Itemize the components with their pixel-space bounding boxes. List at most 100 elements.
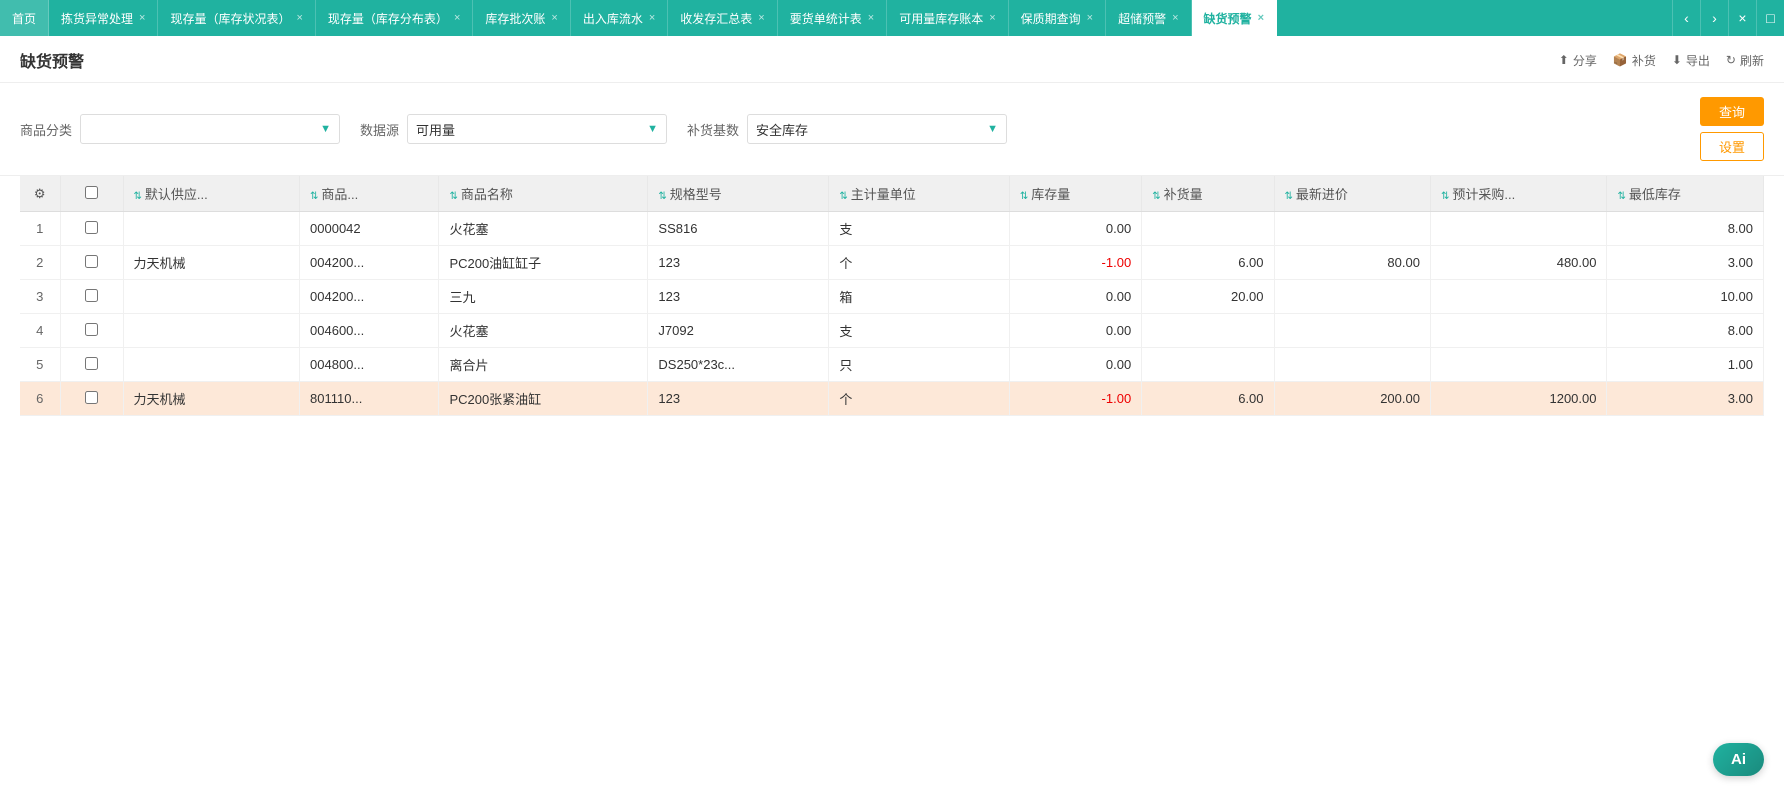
row-checkbox-1[interactable] bbox=[60, 212, 123, 246]
goods-name-cell-4: 火花塞 bbox=[439, 314, 648, 348]
supplier-cell-5 bbox=[123, 348, 300, 382]
tab-close-btn-5[interactable]: × bbox=[649, 12, 655, 24]
tab-0[interactable]: 首页 bbox=[0, 0, 49, 36]
tab-prev-btn[interactable]: ‹ bbox=[1672, 0, 1700, 36]
row-checkbox-4[interactable] bbox=[60, 314, 123, 348]
tab-5[interactable]: 出入库流水× bbox=[571, 0, 668, 36]
tab-6[interactable]: 收发存汇总表× bbox=[668, 0, 777, 36]
row-select-4[interactable] bbox=[85, 323, 98, 336]
replenish-qty-cell-5 bbox=[1142, 348, 1274, 382]
tab-10[interactable]: 超储预警× bbox=[1106, 0, 1191, 36]
share-btn[interactable]: ⬆ 分享 bbox=[1559, 52, 1597, 69]
export-btn[interactable]: ⬇ 导出 bbox=[1672, 52, 1710, 69]
tab-3[interactable]: 现存量（库存分布表）× bbox=[316, 0, 473, 36]
stock-cell-4: 0.00 bbox=[1009, 314, 1141, 348]
tab-close-btn-10[interactable]: × bbox=[1172, 12, 1178, 24]
tab-close-btn-9[interactable]: × bbox=[1087, 12, 1093, 24]
tab-close-btn-8[interactable]: × bbox=[989, 12, 995, 24]
row-checkbox-3[interactable] bbox=[60, 280, 123, 314]
datasource-value: 可用量 bbox=[416, 120, 455, 139]
min-stock-column-header[interactable]: ⇅最低库存 bbox=[1607, 176, 1764, 212]
datasource-select[interactable]: 可用量 ▼ bbox=[407, 114, 667, 144]
supplier-cell-1 bbox=[123, 212, 300, 246]
category-filter-group: 商品分类 ▼ bbox=[20, 114, 340, 144]
row-checkbox-5[interactable] bbox=[60, 348, 123, 382]
table-row: 3 004200... 三九 123 箱 0.00 20.00 10.00 bbox=[20, 280, 1764, 314]
replenish-qty-cell-6: 6.00 bbox=[1142, 382, 1274, 416]
est-purchase-cell-1 bbox=[1430, 212, 1607, 246]
goods-name-cell-1: 火花塞 bbox=[439, 212, 648, 246]
min-stock-cell-6: 3.00 bbox=[1607, 382, 1764, 416]
row-checkbox-2[interactable] bbox=[60, 246, 123, 280]
row-select-6[interactable] bbox=[85, 391, 98, 404]
page-header: 缺货预警 ⬆ 分享 📦 补货 ⬇ 导出 ↻ 刷新 bbox=[0, 36, 1784, 83]
tab-close-btn-1[interactable]: × bbox=[139, 12, 145, 24]
settings-button[interactable]: 设置 bbox=[1700, 132, 1764, 161]
goods-name-cell-3: 三九 bbox=[439, 280, 648, 314]
row-select-3[interactable] bbox=[85, 289, 98, 302]
est-purchase-column-header[interactable]: ⇅预计采购... bbox=[1430, 176, 1607, 212]
table-container: ⚙ ⇅默认供应... ⇅商品... ⇅商品名称 ⇅规格型号 ⇅主计量单位 ⇅库存… bbox=[0, 176, 1784, 416]
tab-next-btn[interactable]: › bbox=[1700, 0, 1728, 36]
tab-9[interactable]: 保质期查询× bbox=[1009, 0, 1106, 36]
supplier-column-header[interactable]: ⇅默认供应... bbox=[123, 176, 300, 212]
tab-2[interactable]: 现存量（库存状况表）× bbox=[158, 0, 315, 36]
tab-close-btn-6[interactable]: × bbox=[758, 12, 764, 24]
row-select-5[interactable] bbox=[85, 357, 98, 370]
replenish-qty-column-header[interactable]: ⇅补货量 bbox=[1142, 176, 1274, 212]
replenish-btn[interactable]: 📦 补货 bbox=[1613, 52, 1656, 69]
goods-code-column-header[interactable]: ⇅商品... bbox=[300, 176, 439, 212]
tab-8[interactable]: 可用量库存账本× bbox=[887, 0, 1008, 36]
tab-1[interactable]: 拣货异常处理× bbox=[49, 0, 158, 36]
min-stock-cell-1: 8.00 bbox=[1607, 212, 1764, 246]
tab-close-btn-3[interactable]: × bbox=[454, 12, 460, 24]
checkbox-column-header[interactable] bbox=[60, 176, 123, 212]
min-stock-cell-3: 10.00 bbox=[1607, 280, 1764, 314]
data-table: ⚙ ⇅默认供应... ⇅商品... ⇅商品名称 ⇅规格型号 ⇅主计量单位 ⇅库存… bbox=[20, 176, 1764, 416]
row-select-2[interactable] bbox=[85, 255, 98, 268]
row-num-6: 6 bbox=[20, 382, 60, 416]
select-all-checkbox[interactable] bbox=[85, 186, 98, 199]
unit-column-header[interactable]: ⇅主计量单位 bbox=[829, 176, 1010, 212]
gear-icon: ⚙ bbox=[34, 186, 46, 201]
stock-cell-5: 0.00 bbox=[1009, 348, 1141, 382]
tab-7[interactable]: 要货单统计表× bbox=[778, 0, 887, 36]
goods-name-column-header[interactable]: ⇅商品名称 bbox=[439, 176, 648, 212]
row-checkbox-6[interactable] bbox=[60, 382, 123, 416]
tab-11[interactable]: 缺货预警× bbox=[1192, 0, 1277, 36]
row-num-5: 5 bbox=[20, 348, 60, 382]
tab-close-btn-4[interactable]: × bbox=[551, 12, 557, 24]
tab-close-btn-2[interactable]: × bbox=[296, 12, 302, 24]
tab-close-btn-7[interactable]: × bbox=[868, 12, 874, 24]
page-content: 缺货预警 ⬆ 分享 📦 补货 ⬇ 导出 ↻ 刷新 商品分类 bbox=[0, 36, 1784, 796]
share-icon: ⬆ bbox=[1559, 53, 1569, 67]
replenish-select[interactable]: 安全库存 ▼ bbox=[747, 114, 1007, 144]
header-actions: ⬆ 分享 📦 补货 ⬇ 导出 ↻ 刷新 bbox=[1559, 52, 1764, 69]
ai-badge[interactable]: Ai bbox=[1713, 743, 1764, 776]
spec-cell-5: DS250*23c... bbox=[648, 348, 829, 382]
category-select[interactable]: ▼ bbox=[80, 114, 340, 144]
row-select-1[interactable] bbox=[85, 221, 98, 234]
latest-price-column-header[interactable]: ⇅最新进价 bbox=[1274, 176, 1430, 212]
goods-code-cell-3: 004200... bbox=[300, 280, 439, 314]
unit-cell-2: 个 bbox=[829, 246, 1010, 280]
unit-cell-6: 个 bbox=[829, 382, 1010, 416]
min-stock-cell-4: 8.00 bbox=[1607, 314, 1764, 348]
query-button[interactable]: 查询 bbox=[1700, 97, 1764, 126]
refresh-btn[interactable]: ↻ 刷新 bbox=[1726, 52, 1764, 69]
table-row: 4 004600... 火花塞 J7092 支 0.00 8.00 bbox=[20, 314, 1764, 348]
tab-maximize-btn[interactable]: □ bbox=[1756, 0, 1784, 36]
est-purchase-cell-2: 480.00 bbox=[1430, 246, 1607, 280]
tab-close-window-btn[interactable]: × bbox=[1728, 0, 1756, 36]
table-header-row: ⚙ ⇅默认供应... ⇅商品... ⇅商品名称 ⇅规格型号 ⇅主计量单位 ⇅库存… bbox=[20, 176, 1764, 212]
stock-column-header[interactable]: ⇅库存量 bbox=[1009, 176, 1141, 212]
spec-column-header[interactable]: ⇅规格型号 bbox=[648, 176, 829, 212]
row-num-2: 2 bbox=[20, 246, 60, 280]
filter-actions: 查询 设置 bbox=[1700, 97, 1764, 161]
gear-column-header[interactable]: ⚙ bbox=[20, 176, 60, 212]
tab-close-btn-11[interactable]: × bbox=[1258, 12, 1264, 24]
latest-price-cell-3 bbox=[1274, 280, 1430, 314]
goods-name-cell-2: PC200油缸缸子 bbox=[439, 246, 648, 280]
tab-4[interactable]: 库存批次账× bbox=[473, 0, 570, 36]
goods-code-cell-5: 004800... bbox=[300, 348, 439, 382]
